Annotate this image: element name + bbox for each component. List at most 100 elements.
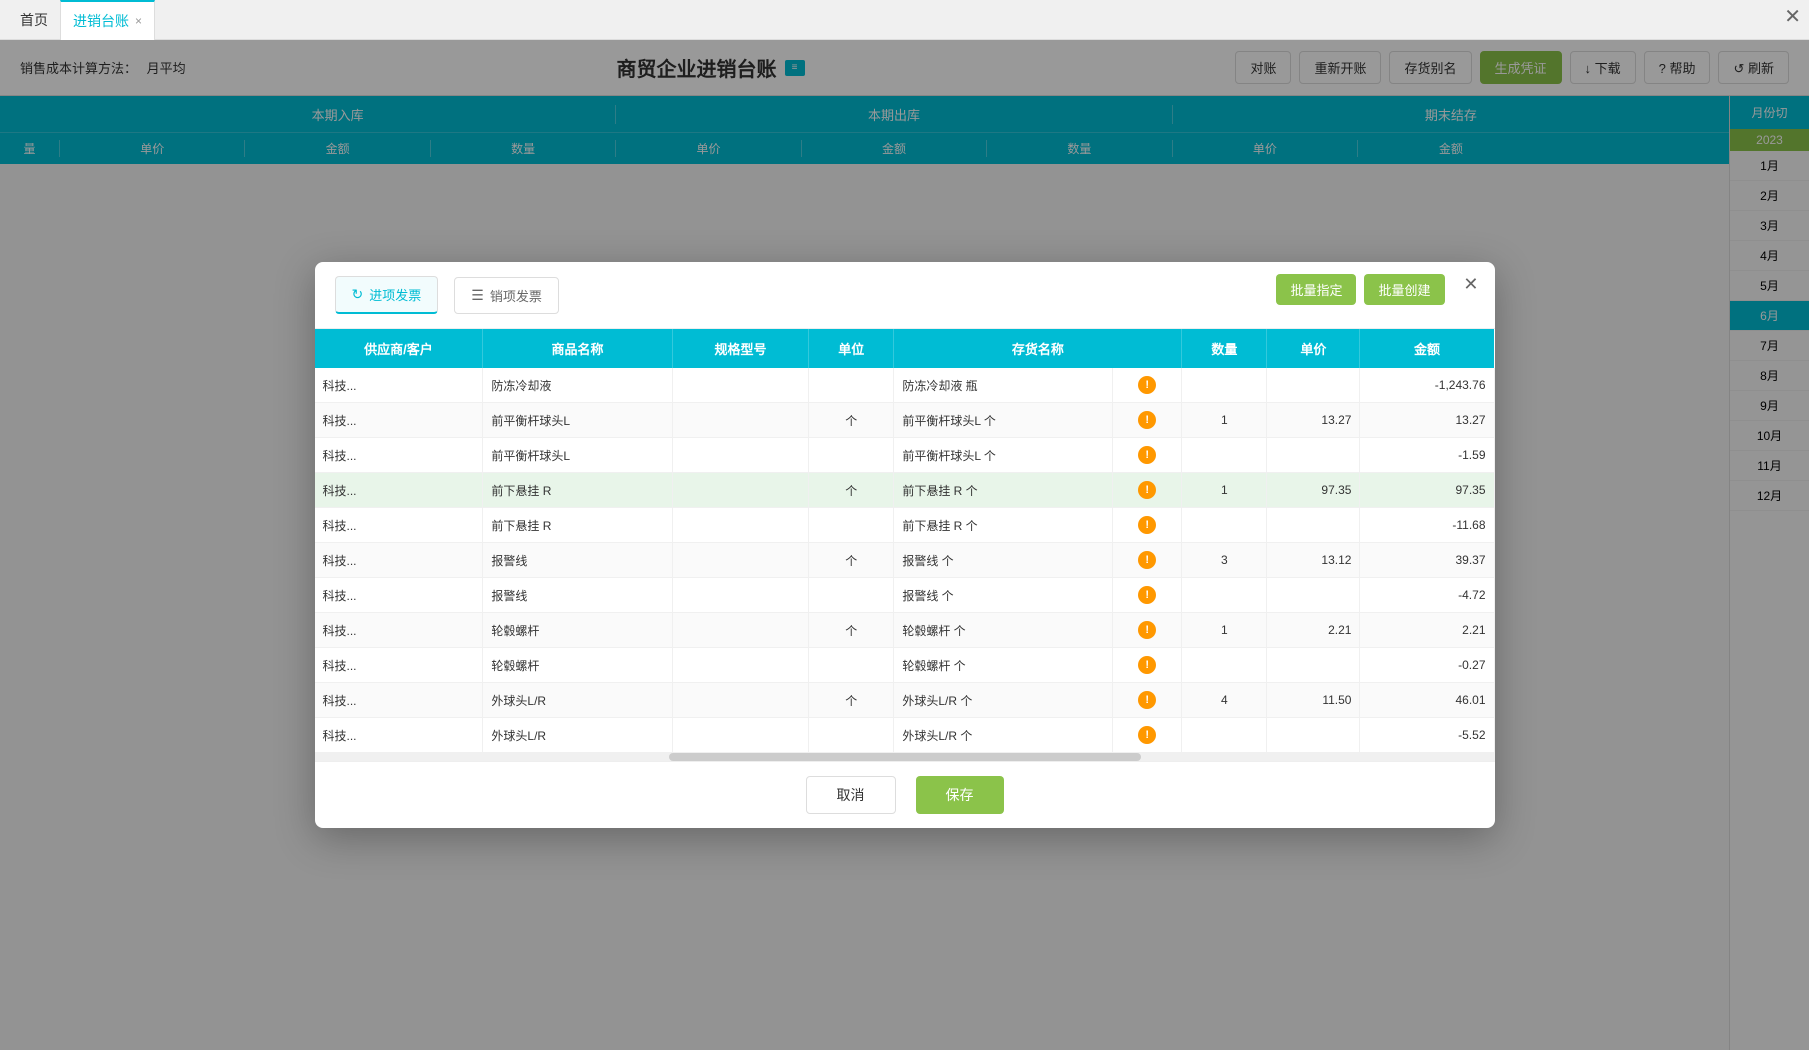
warning-icon[interactable]: ! [1138,621,1156,639]
modal-close-button[interactable]: ✕ [1463,274,1478,295]
cell-qty [1182,648,1267,683]
cell-supplier: 科技... [315,578,483,613]
cell-supplier: 科技... [315,543,483,578]
warning-icon[interactable]: ! [1138,551,1156,569]
warning-icon[interactable]: ! [1138,481,1156,499]
cell-price [1267,508,1360,543]
tab-input-invoice[interactable]: ↻ 进项发票 [335,276,439,314]
window-close-button[interactable]: ✕ [1784,4,1801,29]
cell-inventory: 报警线 个 [894,578,1113,613]
col-unit: 单位 [809,329,894,368]
col-spec: 规格型号 [672,329,809,368]
col-amount: 金额 [1360,329,1494,368]
cell-inventory: 前平衡杆球头L 个 [894,403,1113,438]
table-row: 科技... 轮毂螺杆 个 轮毂螺杆 个 ! 1 2.21 2.21 [315,613,1495,648]
table-row: 科技... 前下悬挂 R 前下悬挂 R 个 ! -11.68 [315,508,1495,543]
cell-warning[interactable]: ! [1113,613,1182,648]
table-row: 科技... 外球头L/R 外球头L/R 个 ! -5.52 [315,718,1495,753]
cell-supplier: 科技... [315,403,483,438]
cell-warning[interactable]: ! [1113,718,1182,753]
cell-qty: 1 [1182,473,1267,508]
warning-icon[interactable]: ! [1138,656,1156,674]
cell-unit: 个 [809,613,894,648]
col-qty: 数量 [1182,329,1267,368]
cell-supplier: 科技... [315,473,483,508]
batch-create-button[interactable]: 批量创建 [1364,274,1444,305]
cell-product: 前平衡杆球头L [483,438,672,473]
cell-qty [1182,718,1267,753]
cell-qty [1182,578,1267,613]
cell-amount: -5.52 [1360,718,1494,753]
cell-spec [672,438,809,473]
cell-amount: -1,243.76 [1360,368,1494,403]
warning-icon[interactable]: ! [1138,446,1156,464]
cell-supplier: 科技... [315,613,483,648]
warning-icon[interactable]: ! [1138,411,1156,429]
tab-home[interactable]: 首页 [8,0,60,40]
cell-spec [672,578,809,613]
cell-amount: -4.72 [1360,578,1494,613]
cell-warning[interactable]: ! [1113,543,1182,578]
batch-assign-button[interactable]: 批量指定 [1276,274,1356,305]
cell-warning[interactable]: ! [1113,473,1182,508]
cell-unit: 个 [809,543,894,578]
cell-warning[interactable]: ! [1113,368,1182,403]
cell-spec [672,543,809,578]
cell-unit: 个 [809,683,894,718]
modal-table: 供应商/客户 商品名称 规格型号 单位 存货名称 数量 单价 金额 科技... … [315,329,1495,761]
cell-price [1267,368,1360,403]
modal-overlay: ↻ 进项发票 ☰ 销项发票 批量指定 批量创建 ✕ 供应 [0,40,1809,1050]
cell-warning[interactable]: ! [1113,403,1182,438]
warning-icon[interactable]: ! [1138,691,1156,709]
cell-product: 报警线 [483,543,672,578]
cell-qty: 3 [1182,543,1267,578]
cell-warning[interactable]: ! [1113,683,1182,718]
cell-unit [809,508,894,543]
cell-warning[interactable]: ! [1113,438,1182,473]
tab-output-invoice[interactable]: ☰ 销项发票 [454,277,559,314]
table-row: 科技... 报警线 个 报警线 个 ! 3 13.12 39.37 [315,543,1495,578]
cell-inventory: 外球头L/R 个 [894,718,1113,753]
cell-supplier: 科技... [315,718,483,753]
cell-amount: -0.27 [1360,648,1494,683]
tab-ledger[interactable]: 进销台账 × [60,0,155,40]
cell-warning[interactable]: ! [1113,578,1182,613]
warning-icon[interactable]: ! [1138,516,1156,534]
cell-product: 报警线 [483,578,672,613]
main-content: 销售成本计算方法： 月平均 商贸企业进销台账 ≡ 对账 重新开账 存货别名 生成… [0,40,1809,1050]
cell-unit: 个 [809,473,894,508]
tab-close-icon[interactable]: × [135,14,142,28]
cell-unit [809,578,894,613]
cell-warning[interactable]: ! [1113,648,1182,683]
warning-icon[interactable]: ! [1138,726,1156,744]
cell-unit [809,718,894,753]
cell-inventory: 防冻冷却液 瓶 [894,368,1113,403]
cell-price: 2.21 [1267,613,1360,648]
warning-icon[interactable]: ! [1138,376,1156,394]
cell-unit [809,438,894,473]
col-product: 商品名称 [483,329,672,368]
cell-warning[interactable]: ! [1113,508,1182,543]
cell-spec [672,683,809,718]
modal-footer: 取消 保存 [315,761,1495,828]
cell-price: 11.50 [1267,683,1360,718]
cell-unit: 个 [809,403,894,438]
cell-spec [672,648,809,683]
table-row: 科技... 前下悬挂 R 个 前下悬挂 R 个 ! 1 97.35 97.35 [315,473,1495,508]
warning-icon[interactable]: ! [1138,586,1156,604]
cell-supplier: 科技... [315,508,483,543]
cell-inventory: 外球头L/R 个 [894,683,1113,718]
cell-qty: 1 [1182,613,1267,648]
cell-qty: 1 [1182,403,1267,438]
table-row: 科技... 防冻冷却液 防冻冷却液 瓶 ! -1,243.76 [315,368,1495,403]
scrollbar[interactable] [315,753,1495,761]
table-row: 科技... 前平衡杆球头L 前平衡杆球头L 个 ! -1.59 [315,438,1495,473]
cell-inventory: 前平衡杆球头L 个 [894,438,1113,473]
save-button[interactable]: 保存 [916,776,1004,814]
cell-price [1267,438,1360,473]
cell-amount: 46.01 [1360,683,1494,718]
cell-spec [672,613,809,648]
col-supplier: 供应商/客户 [315,329,483,368]
scrollbar-thumb[interactable] [669,753,1141,761]
cancel-button[interactable]: 取消 [806,776,896,814]
